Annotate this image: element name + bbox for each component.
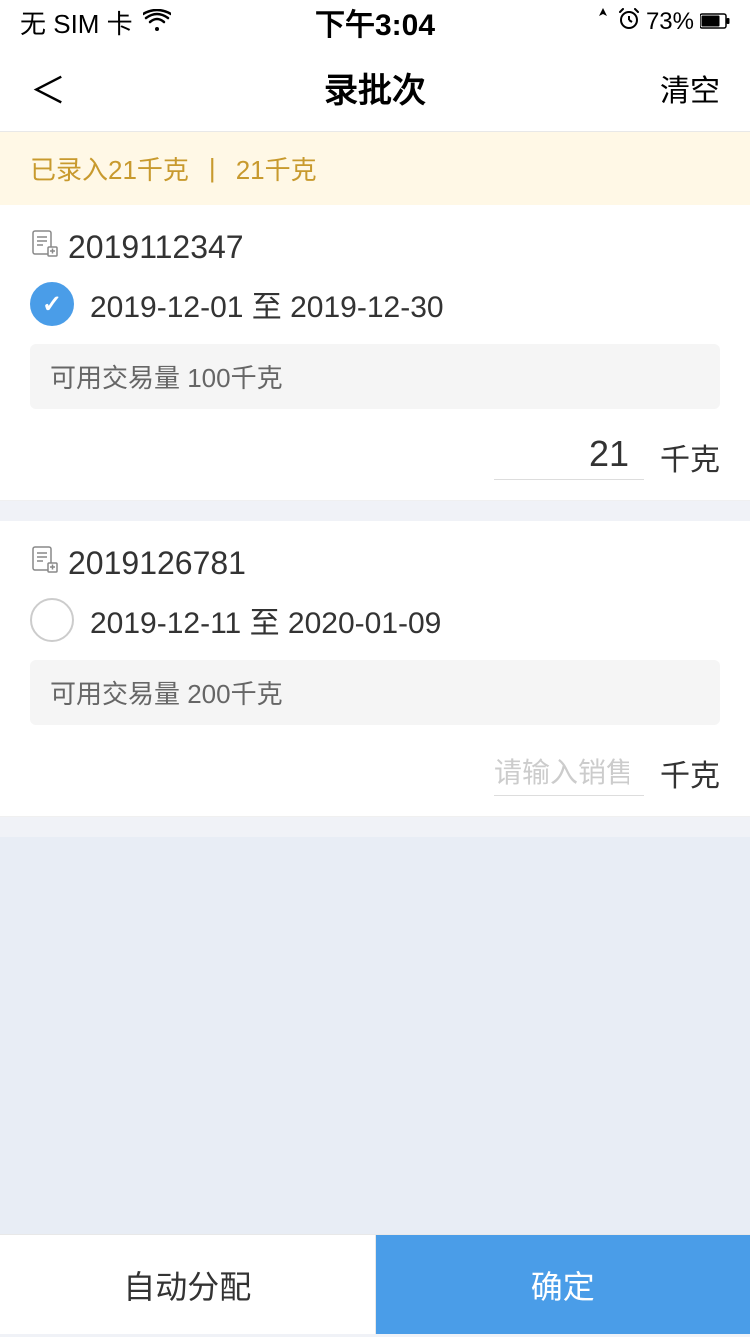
confirm-button[interactable]: 确定 xyxy=(376,1235,750,1334)
batch-date-2: 2019-12-11 至 2020-01-09 xyxy=(90,598,441,642)
batch-id-2: 2019126781 xyxy=(68,545,246,582)
back-button[interactable]: ＜ xyxy=(30,62,66,114)
quantity-input-wrapper-2[interactable] xyxy=(494,749,644,796)
battery-percent: 73% xyxy=(646,8,694,36)
status-time: 下午3:04 xyxy=(315,0,435,44)
batch-quantity-row-1: 千克 xyxy=(0,423,750,501)
page-title: 录批次 xyxy=(324,63,426,112)
footer: 自动分配 确定 xyxy=(0,1234,750,1334)
quantity-input-2[interactable] xyxy=(494,749,644,791)
status-bar: 无 SIM 卡 下午3:04 73% xyxy=(0,0,750,44)
batch-date-row-2[interactable]: 2019-12-11 至 2020-01-09 xyxy=(0,592,750,652)
radio-check-2[interactable] xyxy=(30,598,74,642)
empty-area xyxy=(0,837,750,1237)
status-left: 无 SIM 卡 xyxy=(20,4,171,41)
info-divider: | xyxy=(209,153,216,184)
separator-1 xyxy=(0,501,750,521)
batch-date-row-1[interactable]: 2019-12-01 至 2019-12-30 xyxy=(0,276,750,336)
batch-quantity-row-2: 千克 xyxy=(0,739,750,817)
batch-date-1: 2019-12-01 至 2019-12-30 xyxy=(90,282,444,326)
status-right: 73% xyxy=(594,8,730,37)
auto-distribute-button[interactable]: 自动分配 xyxy=(0,1235,376,1334)
batch-capacity-2: 可用交易量 200千克 xyxy=(30,660,720,725)
separator-2 xyxy=(0,817,750,837)
radio-check-1[interactable] xyxy=(30,282,74,326)
no-sim-text: 无 SIM 卡 xyxy=(20,4,133,41)
unit-text-2: 千克 xyxy=(660,751,720,795)
batch-id-1: 2019112347 xyxy=(68,229,244,266)
unit-text-1: 千克 xyxy=(660,435,720,479)
clear-button[interactable]: 清空 xyxy=(660,66,720,110)
info-label: 已录入21千克 xyxy=(30,150,189,187)
batch-header-2: 2019126781 xyxy=(0,521,750,592)
battery-icon xyxy=(700,8,730,36)
batch-capacity-1: 可用交易量 100千克 xyxy=(30,344,720,409)
page-content: 2019112347 2019-12-01 至 2019-12-30 可用交易量… xyxy=(0,205,750,1337)
wifi-icon xyxy=(143,7,171,38)
location-icon xyxy=(594,8,612,37)
info-banner: 已录入21千克 | 21千克 xyxy=(0,132,750,205)
alarm-icon xyxy=(618,8,640,37)
batch-item-2: 2019126781 2019-12-11 至 2020-01-09 可用交易量… xyxy=(0,521,750,817)
batch-doc-icon-2 xyxy=(30,546,58,581)
quantity-input-1[interactable] xyxy=(494,433,644,475)
batch-item-1: 2019112347 2019-12-01 至 2019-12-30 可用交易量… xyxy=(0,205,750,501)
nav-bar: ＜ 录批次 清空 xyxy=(0,44,750,132)
info-value: 21千克 xyxy=(236,150,317,187)
batch-doc-icon-1 xyxy=(30,230,58,265)
quantity-input-wrapper-1[interactable] xyxy=(494,433,644,480)
batch-header-1: 2019112347 xyxy=(0,205,750,276)
